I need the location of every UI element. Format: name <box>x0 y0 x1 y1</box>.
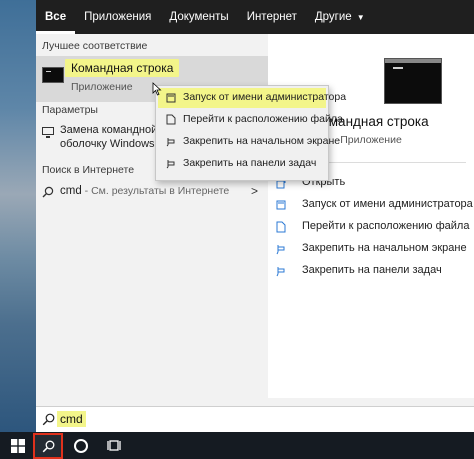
terminal-large-icon <box>384 58 442 104</box>
web-search-item[interactable]: cmd - См. результаты в Интернете > <box>36 184 268 204</box>
best-match-title: Командная строка <box>65 59 180 77</box>
tab-apps[interactable]: Приложения <box>75 0 160 34</box>
context-file-location-label: Перейти к расположению файла <box>183 113 343 125</box>
cortana-icon[interactable] <box>74 439 88 453</box>
pin-icon <box>276 267 285 277</box>
action-run-as-admin-label: Запуск от имени администратора <box>302 198 473 210</box>
search-tabs: Все Приложения Документы Интернет Другие… <box>36 0 474 34</box>
param-item-line2: оболочку Windows P <box>60 138 165 150</box>
mouse-cursor-icon <box>152 82 162 96</box>
context-file-location[interactable]: Перейти к расположению файла <box>156 110 343 130</box>
shield-run-icon <box>166 93 176 103</box>
action-pin-start[interactable]: Закрепить на начальном экране <box>276 242 472 260</box>
tab-documents[interactable]: Документы <box>160 0 237 34</box>
action-pin-start-label: Закрепить на начальном экране <box>302 242 467 254</box>
web-search-suffix: - См. результаты в Интернете <box>81 185 230 197</box>
context-pin-start[interactable]: Закрепить на начальном экране <box>156 132 340 152</box>
windows-start-icon[interactable] <box>11 439 25 453</box>
context-menu: Запуск от имени администратора Перейти к… <box>155 85 346 181</box>
context-run-as-admin[interactable]: Запуск от имени администратора <box>156 88 346 108</box>
desktop-wallpaper <box>0 0 36 432</box>
search-icon <box>42 186 54 198</box>
action-file-location-label: Перейти к расположению файла <box>302 220 470 232</box>
monitor-icon <box>42 127 54 138</box>
file-location-icon <box>166 114 176 125</box>
search-icon <box>42 440 55 453</box>
best-match-subtitle: Приложение <box>71 81 133 93</box>
action-run-as-admin[interactable]: Запуск от имени администратора <box>276 198 473 216</box>
file-location-icon <box>276 221 286 233</box>
best-match-heading: Лучшее соответствие <box>42 40 148 52</box>
search-bar[interactable]: cmd <box>36 406 474 432</box>
taskbar <box>0 432 474 459</box>
tab-internet[interactable]: Интернет <box>238 0 306 34</box>
web-search-heading: Поиск в Интернете <box>42 164 135 176</box>
action-file-location[interactable]: Перейти к расположению файла <box>276 220 472 238</box>
web-search-query: cmd <box>60 185 82 197</box>
context-run-as-admin-label: Запуск от имени администратора <box>183 91 347 103</box>
tab-all[interactable]: Все <box>36 0 76 34</box>
tab-more[interactable]: Другие ▼ <box>306 0 374 34</box>
params-heading: Параметры <box>42 104 98 116</box>
context-pin-start-label: Закрепить на начальном экране <box>183 135 341 147</box>
start-search-panel: Все Приложения Документы Интернет Другие… <box>36 0 474 432</box>
shield-run-icon <box>276 200 286 210</box>
search-icon <box>42 413 55 426</box>
pin-icon <box>166 160 175 169</box>
chevron-right-icon[interactable]: > <box>251 184 258 198</box>
taskbar-search-button[interactable] <box>33 433 63 459</box>
action-pin-taskbar[interactable]: Закрепить на панели задач <box>276 264 472 282</box>
action-pin-taskbar-label: Закрепить на панели задач <box>302 264 442 276</box>
search-input[interactable]: cmd <box>57 411 86 427</box>
web-search-text: cmd - См. результаты в Интернете <box>60 185 229 197</box>
context-pin-taskbar-label: Закрепить на панели задач <box>183 157 317 169</box>
pin-icon <box>276 245 285 255</box>
pin-icon <box>166 138 175 147</box>
terminal-icon <box>42 67 64 83</box>
context-pin-taskbar[interactable]: Закрепить на панели задач <box>156 154 328 174</box>
tab-more-label: Другие <box>314 11 352 23</box>
task-view-icon[interactable] <box>107 438 123 454</box>
chevron-down-icon: ▼ <box>356 12 365 22</box>
